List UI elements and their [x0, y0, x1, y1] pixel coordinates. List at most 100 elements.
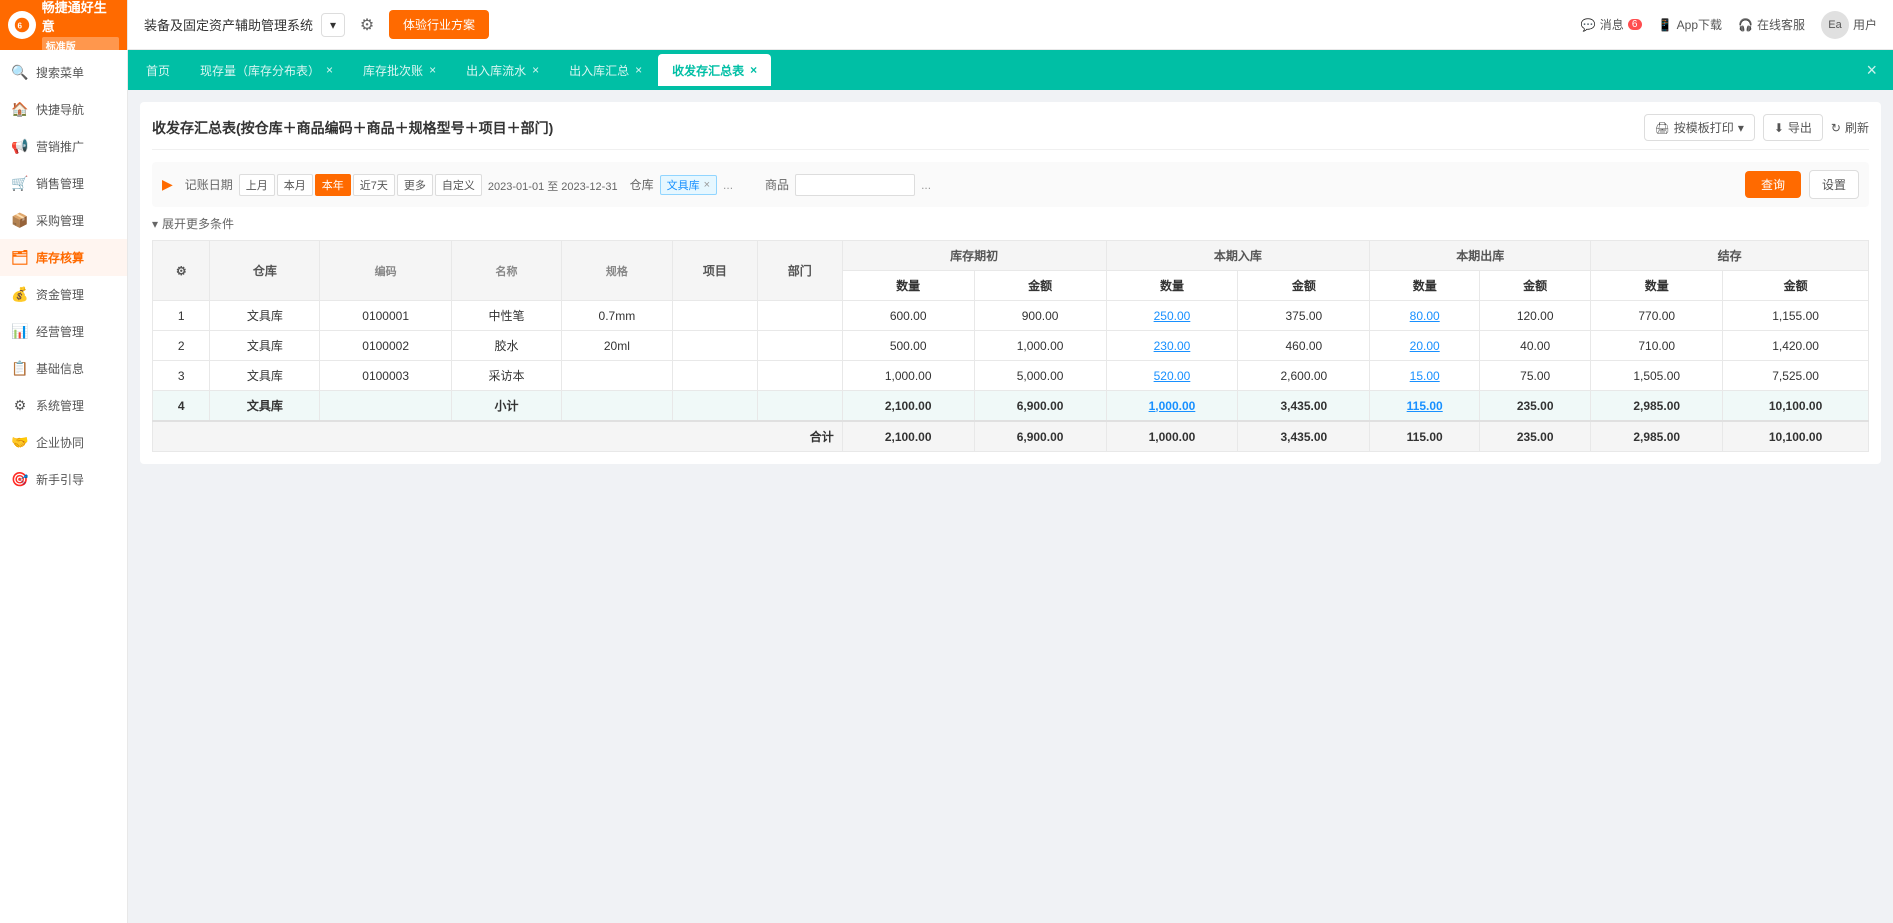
settings-filter-button[interactable]: 设置: [1809, 170, 1859, 199]
tab-inventory-dist[interactable]: 现存量（库存分布表） ×: [186, 54, 347, 86]
date-filter-label: 记账日期: [185, 176, 233, 193]
tab-inout-flow-close[interactable]: ×: [532, 63, 539, 77]
avatar-text: Ea: [1828, 19, 1841, 31]
sidebar-item-marketing[interactable]: 📢 营销推广: [0, 128, 127, 165]
trial-button[interactable]: 体验行业方案: [389, 10, 489, 39]
th-dept: 部门: [757, 241, 842, 301]
filter-area: ▶ 记账日期 上月 本月 本年 近7天 更多 自定义 2023-01-01 至 …: [152, 162, 1869, 207]
date-filter-buttons: 上月 本月 本年 近7天 更多 自定义: [239, 174, 482, 196]
sidebar: 6 畅捷通好生意 标准版 🔍 搜索菜单 🏠 快捷导航 📢 营销推广 🛒 销售管理…: [0, 0, 128, 923]
date-btn-custom[interactable]: 自定义: [435, 174, 482, 196]
title-actions: 🖨 按模板打印 ▾ ⬇ 导出 ↻ 刷新: [1644, 114, 1869, 141]
headset-icon: 🎧: [1738, 18, 1753, 32]
footer-opening-amt: 6,900.00: [974, 421, 1106, 452]
dropdown-arrow-icon: ▾: [330, 18, 336, 32]
user-button[interactable]: Ea 用户: [1821, 11, 1877, 39]
settings-button[interactable]: ⚙: [353, 11, 381, 39]
sidebar-item-enterprise[interactable]: 🤝 企业协同: [0, 424, 127, 461]
online-service-button[interactable]: 🎧 在线客服: [1738, 16, 1805, 33]
messages-label: 消息: [1600, 16, 1624, 33]
date-btn-this-year[interactable]: 本年: [315, 174, 351, 196]
warehouse-tag: 文具库 ×: [660, 175, 717, 195]
inventory-icon: 🗂: [12, 250, 28, 266]
warehouse-more[interactable]: ...: [723, 178, 733, 192]
sidebar-logo: 6 畅捷通好生意 标准版: [0, 0, 127, 50]
messages-button[interactable]: 💬 消息 6: [1581, 16, 1642, 33]
th-opening: 库存期初: [842, 241, 1106, 271]
warehouse-value: 文具库: [667, 177, 700, 193]
goods-input[interactable]: [795, 174, 915, 196]
sidebar-item-system[interactable]: ⚙ 系统管理: [0, 387, 127, 424]
sidebar-label-quick-nav: 快捷导航: [36, 101, 84, 118]
tab-inout-summary-label: 出入库汇总: [569, 62, 629, 79]
tabbar-close-button[interactable]: ×: [1866, 60, 1885, 81]
th-in-amt: 金额: [1238, 271, 1370, 301]
tab-batch-ledger-label: 库存批次账: [363, 62, 423, 79]
sidebar-item-inventory[interactable]: 🗂 库存核算: [0, 239, 127, 276]
filter-expand-arrow[interactable]: ▶: [162, 176, 173, 193]
system-name: 装备及固定资产辅助管理系统: [144, 15, 313, 34]
finance-icon: 💰: [12, 287, 28, 303]
app-download-label: App下载: [1677, 16, 1722, 33]
tab-receive-send-close[interactable]: ×: [750, 63, 757, 77]
sidebar-item-guide[interactable]: 🎯 新手引导: [0, 461, 127, 498]
tab-batch-ledger[interactable]: 库存批次账 ×: [349, 54, 450, 86]
sidebar-label-inventory: 库存核算: [36, 249, 84, 266]
sales-icon: 🛒: [12, 176, 28, 192]
tab-inout-summary-close[interactable]: ×: [635, 63, 642, 77]
system-dropdown[interactable]: ▾: [321, 13, 345, 37]
footer-in-qty: 1,000.00: [1106, 421, 1238, 452]
topbar-right: 💬 消息 6 📱 App下载 🎧 在线客服 Ea 用户: [1581, 11, 1877, 39]
sidebar-item-sales[interactable]: 🛒 销售管理: [0, 165, 127, 202]
date-btn-this-month[interactable]: 本月: [277, 174, 313, 196]
tab-inout-flow-label: 出入库流水: [466, 62, 526, 79]
print-button[interactable]: 🖨 按模板打印 ▾: [1644, 114, 1755, 141]
sidebar-nav: 🔍 搜索菜单 🏠 快捷导航 📢 营销推广 🛒 销售管理 📦 采购管理 🗂 库存核…: [0, 50, 127, 923]
refresh-button[interactable]: ↻ 刷新: [1831, 114, 1869, 141]
date-btn-more[interactable]: 更多: [397, 174, 433, 196]
table-settings-header[interactable]: ⚙: [153, 241, 210, 301]
app-download-button[interactable]: 📱 App下载: [1658, 16, 1722, 33]
search-icon: 🔍: [12, 65, 28, 81]
sidebar-item-operations[interactable]: 📊 经营管理: [0, 313, 127, 350]
warehouse-remove[interactable]: ×: [704, 179, 710, 191]
export-button[interactable]: ⬇ 导出: [1763, 114, 1823, 141]
th-name: 名称: [452, 241, 562, 301]
table-row: 3文具库0100003采访本1,000.005,000.00520.002,60…: [153, 361, 1869, 391]
purchase-icon: 📦: [12, 213, 28, 229]
th-period-out: 本期出库: [1370, 241, 1591, 271]
tab-home[interactable]: 首页: [132, 54, 184, 86]
tab-receive-send-label: 收发存汇总表: [672, 62, 744, 79]
tab-receive-send[interactable]: 收发存汇总表 ×: [658, 54, 771, 86]
sidebar-label-search: 搜索菜单: [36, 64, 84, 81]
sidebar-item-quick-nav[interactable]: 🏠 快捷导航: [0, 91, 127, 128]
tab-inout-summary[interactable]: 出入库汇总 ×: [555, 54, 656, 86]
home-icon: 🏠: [12, 102, 28, 118]
th-spec: 规格: [561, 241, 672, 301]
goods-more[interactable]: ...: [921, 178, 931, 192]
query-button[interactable]: 查询: [1745, 171, 1801, 198]
date-btn-last-month[interactable]: 上月: [239, 174, 275, 196]
sidebar-item-base-info[interactable]: 📋 基础信息: [0, 350, 127, 387]
date-btn-last7[interactable]: 近7天: [353, 174, 395, 196]
sidebar-label-purchase: 采购管理: [36, 212, 84, 229]
export-icon: ⬇: [1774, 121, 1784, 135]
print-icon: 🖨: [1655, 121, 1670, 135]
footer-in-amt: 3,435.00: [1238, 421, 1370, 452]
goods-label: 商品: [765, 176, 789, 193]
tab-inventory-dist-close[interactable]: ×: [326, 63, 333, 77]
sidebar-item-purchase[interactable]: 📦 采购管理: [0, 202, 127, 239]
sidebar-label-sales: 销售管理: [36, 175, 84, 192]
tabbar: 首页 现存量（库存分布表） × 库存批次账 × 出入库流水 × 出入库汇总 × …: [128, 50, 1893, 90]
tab-batch-ledger-close[interactable]: ×: [429, 63, 436, 77]
th-closing-amt: 金额: [1723, 271, 1869, 301]
print-label: 按模板打印: [1674, 119, 1734, 136]
sidebar-label-finance: 资金管理: [36, 286, 84, 303]
tab-inout-flow[interactable]: 出入库流水 ×: [452, 54, 553, 86]
expand-more-btn[interactable]: ▾ 展开更多条件: [152, 215, 1869, 232]
th-closing: 结存: [1591, 241, 1869, 271]
th-code: 编码: [320, 241, 452, 301]
th-warehouse: 仓库: [210, 241, 320, 301]
sidebar-item-search[interactable]: 🔍 搜索菜单: [0, 54, 127, 91]
sidebar-item-finance[interactable]: 💰 资金管理: [0, 276, 127, 313]
